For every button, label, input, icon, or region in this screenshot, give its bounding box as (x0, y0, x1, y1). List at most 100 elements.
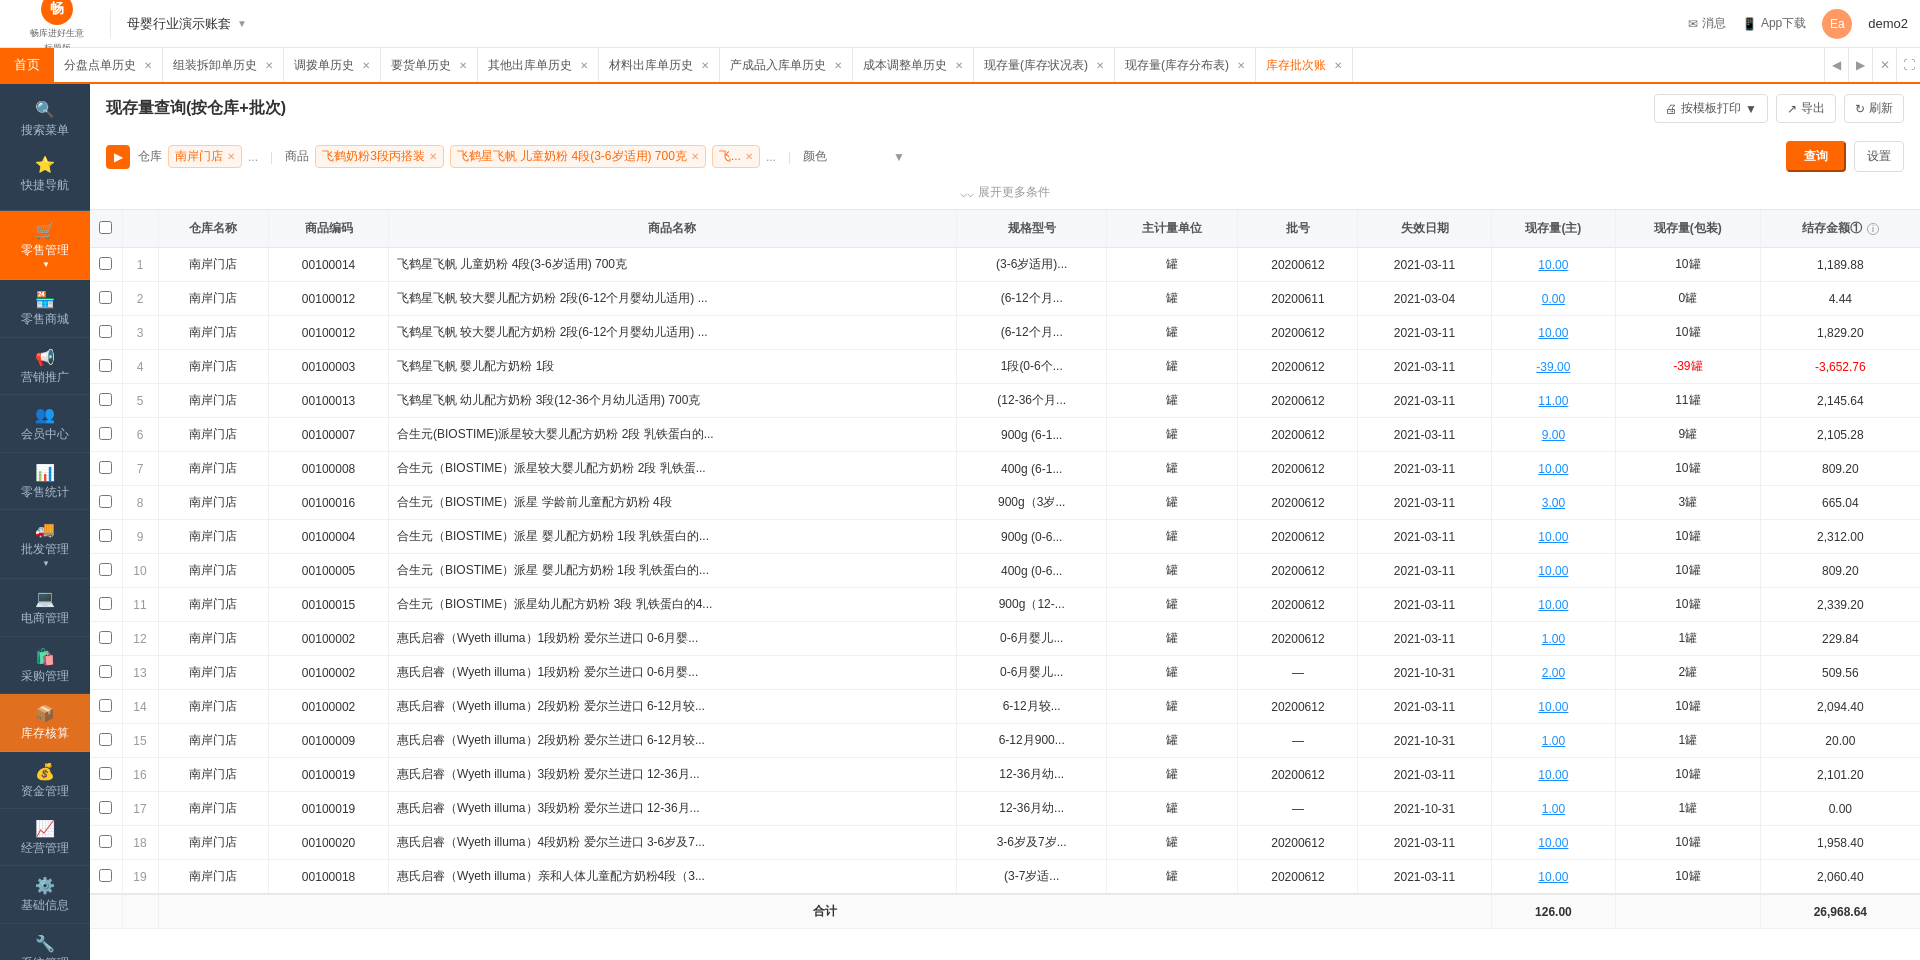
sidebar-item-ecommerce[interactable]: 💻 电商管理 (0, 579, 90, 636)
sidebar-item-marketing[interactable]: 📢 营销推广 (0, 338, 90, 395)
row-checkbox[interactable] (99, 767, 112, 780)
warehouse-tag-close-icon[interactable]: ✕ (227, 151, 235, 162)
row-checkbox[interactable] (99, 325, 112, 338)
row-stock-main[interactable]: 10.00 (1491, 690, 1615, 724)
tab-close-icon[interactable]: ✕ (1096, 60, 1104, 71)
tab-产成品入库单历史[interactable]: 产成品入库单历史 ✕ (720, 48, 853, 82)
tab-fullscreen-btn[interactable]: ⛶ (1896, 48, 1920, 83)
row-checkbox-cell[interactable] (90, 248, 122, 282)
sidebar-item-retail-mall[interactable]: 🏪 零售商城 (0, 280, 90, 337)
print-btn[interactable]: 🖨 按模板打印 ▼ (1654, 94, 1768, 123)
color-dropdown-icon[interactable]: ▼ (893, 150, 905, 164)
tab-close-icon[interactable]: ✕ (701, 60, 709, 71)
tab-成本调整单历史[interactable]: 成本调整单历史 ✕ (853, 48, 974, 82)
sidebar-item-purchase[interactable]: 🛍️ 采购管理 (0, 637, 90, 694)
row-checkbox[interactable] (99, 529, 112, 542)
row-checkbox[interactable] (99, 699, 112, 712)
row-checkbox-cell[interactable] (90, 452, 122, 486)
warehouse-filter-tag[interactable]: 南岸门店 ✕ (168, 145, 242, 168)
tab-库存批次账[interactable]: 库存批次账 ✕ (1256, 48, 1353, 82)
row-checkbox[interactable] (99, 359, 112, 372)
warehouse-more-btn[interactable]: ... (248, 150, 258, 164)
row-stock-main[interactable]: 10.00 (1491, 826, 1615, 860)
row-checkbox-cell[interactable] (90, 656, 122, 690)
row-checkbox-cell[interactable] (90, 316, 122, 350)
tab-材料出库单历史[interactable]: 材料出库单历史 ✕ (599, 48, 720, 82)
tab-close-icon[interactable]: ✕ (362, 60, 370, 71)
export-btn[interactable]: ↗ 导出 (1776, 94, 1836, 123)
row-checkbox[interactable] (99, 631, 112, 644)
row-stock-main[interactable]: 1.00 (1491, 792, 1615, 826)
sidebar-item-system[interactable]: 🔧 系统管理 (0, 924, 90, 960)
row-stock-main[interactable]: -39.00 (1491, 350, 1615, 384)
row-checkbox-cell[interactable] (90, 554, 122, 588)
row-stock-main[interactable]: 2.00 (1491, 656, 1615, 690)
row-checkbox-cell[interactable] (90, 350, 122, 384)
tab-组装拆卸单历史[interactable]: 组装拆卸单历史 ✕ (163, 48, 284, 82)
row-checkbox[interactable] (99, 665, 112, 678)
row-checkbox[interactable] (99, 563, 112, 576)
row-checkbox-cell[interactable] (90, 622, 122, 656)
row-checkbox[interactable] (99, 461, 112, 474)
row-stock-main[interactable]: 10.00 (1491, 452, 1615, 486)
sidebar-item-finance[interactable]: 💰 资金管理 (0, 752, 90, 809)
sidebar-item-member-center[interactable]: 👥 会员中心 (0, 395, 90, 452)
row-stock-main[interactable]: 10.00 (1491, 316, 1615, 350)
product-more-btn[interactable]: ... (766, 150, 776, 164)
row-checkbox-cell[interactable] (90, 690, 122, 724)
tab-现存量库存分布表[interactable]: 现存量(库存分布表) ✕ (1115, 48, 1256, 82)
row-checkbox-cell[interactable] (90, 724, 122, 758)
row-checkbox[interactable] (99, 291, 112, 304)
row-stock-main[interactable]: 9.00 (1491, 418, 1615, 452)
row-checkbox[interactable] (99, 495, 112, 508)
tab-调拨单历史[interactable]: 调拨单历史 ✕ (284, 48, 381, 82)
sidebar-item-retail-mgmt[interactable]: 🛒 零售管理 ▼ (0, 211, 90, 280)
row-stock-main[interactable]: 0.00 (1491, 282, 1615, 316)
row-stock-main[interactable]: 10.00 (1491, 860, 1615, 895)
avatar[interactable]: Ea (1822, 9, 1852, 39)
row-checkbox[interactable] (99, 427, 112, 440)
row-stock-main[interactable]: 10.00 (1491, 588, 1615, 622)
sidebar-item-inventory[interactable]: 📦 库存核算 (0, 694, 90, 751)
row-checkbox-cell[interactable] (90, 792, 122, 826)
sidebar-search-btn[interactable]: 🔍 搜索菜单 (0, 92, 90, 147)
row-stock-main[interactable]: 3.00 (1491, 486, 1615, 520)
row-checkbox-cell[interactable] (90, 384, 122, 418)
tab-其他出库单历史[interactable]: 其他出库单历史 ✕ (478, 48, 599, 82)
row-stock-main[interactable]: 11.00 (1491, 384, 1615, 418)
tab-要货单历史[interactable]: 要货单历史 ✕ (381, 48, 478, 82)
select-all-checkbox[interactable] (99, 221, 112, 234)
tab-close-icon[interactable]: ✕ (144, 60, 152, 71)
tab-close-icon[interactable]: ✕ (1237, 60, 1245, 71)
row-checkbox-cell[interactable] (90, 486, 122, 520)
tab-close-icon[interactable]: ✕ (955, 60, 963, 71)
row-checkbox-cell[interactable] (90, 520, 122, 554)
tab-分盘点单历史[interactable]: 分盘点单历史 ✕ (54, 48, 163, 82)
tab-close-icon[interactable]: ✕ (834, 60, 842, 71)
row-checkbox-cell[interactable] (90, 860, 122, 895)
row-checkbox-cell[interactable] (90, 418, 122, 452)
row-checkbox-cell[interactable] (90, 588, 122, 622)
product-filter-tag-1[interactable]: 飞鹤奶粉3段丙搭装 ✕ (315, 145, 444, 168)
product-filter-tag-2[interactable]: 飞鹤星飞帆 儿童奶粉 4段(3-6岁适用) 700克 ✕ (450, 145, 706, 168)
tab-close-icon[interactable]: ✕ (1334, 60, 1342, 71)
tab-home[interactable]: 首页 (0, 48, 54, 82)
query-btn[interactable]: 查询 (1786, 141, 1846, 172)
tab-现存量库存状况表[interactable]: 现存量(库存状况表) ✕ (974, 48, 1115, 82)
setting-btn[interactable]: 设置 (1854, 141, 1904, 172)
row-checkbox[interactable] (99, 835, 112, 848)
row-checkbox[interactable] (99, 257, 112, 270)
row-checkbox-cell[interactable] (90, 758, 122, 792)
product-tag-close-icon[interactable]: ✕ (745, 151, 753, 162)
balance-info-icon[interactable]: i (1867, 223, 1879, 235)
tab-prev-btn[interactable]: ◀ (1824, 48, 1848, 83)
sidebar-item-retail-stats[interactable]: 📊 零售统计 (0, 453, 90, 510)
row-stock-main[interactable]: 1.00 (1491, 724, 1615, 758)
sidebar-item-basic-info[interactable]: ⚙️ 基础信息 (0, 866, 90, 923)
row-stock-main[interactable]: 10.00 (1491, 554, 1615, 588)
row-checkbox-cell[interactable] (90, 826, 122, 860)
tab-next-btn[interactable]: ▶ (1848, 48, 1872, 83)
row-checkbox[interactable] (99, 733, 112, 746)
row-stock-main[interactable]: 1.00 (1491, 622, 1615, 656)
row-checkbox[interactable] (99, 393, 112, 406)
